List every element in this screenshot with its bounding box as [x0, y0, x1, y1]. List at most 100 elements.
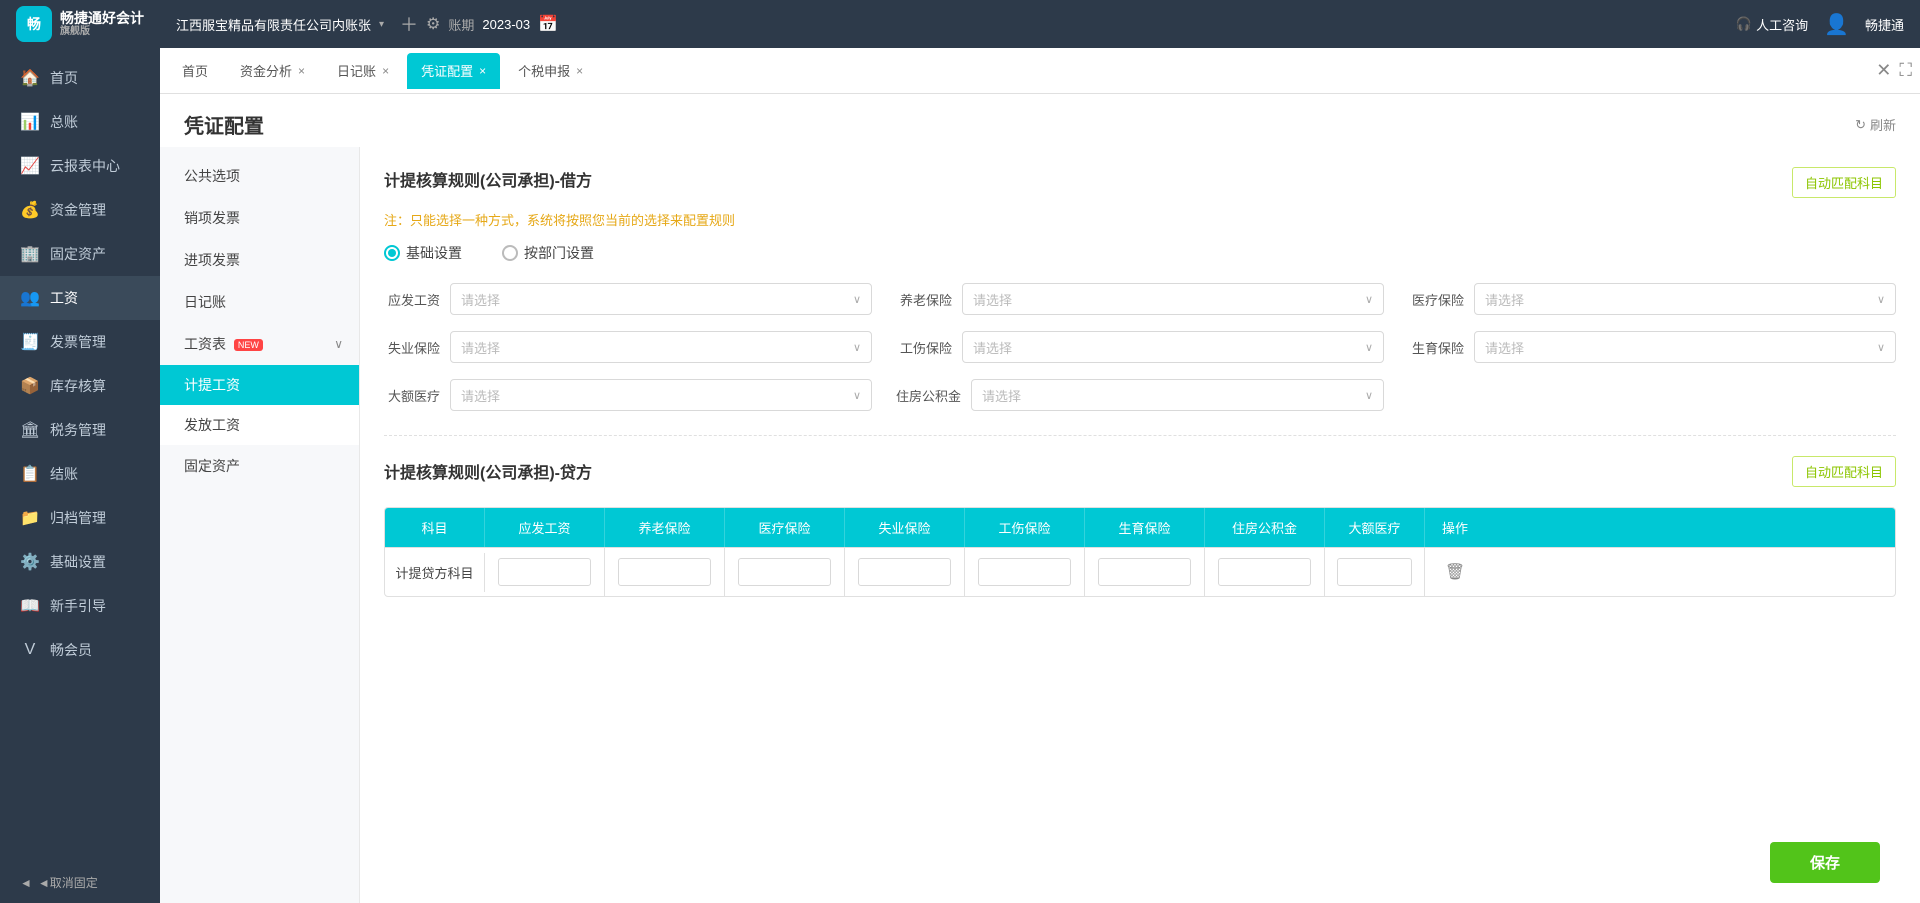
field-gongshang: 工伤保险 请选择 ∨ — [896, 331, 1384, 363]
tax-icon: 🏛 — [20, 420, 40, 440]
th-yingfa: 应发工资 — [485, 508, 605, 547]
left-menu-fixed-assets[interactable]: 固定资产 — [160, 445, 359, 487]
sidebar-item-guide[interactable]: 📖 新手引导 — [0, 584, 160, 628]
left-menu-journal-label: 日记账 — [184, 294, 226, 310]
row-label: 计提贷方科目 — [395, 566, 473, 581]
select-yiliao[interactable]: 请选择 ∨ — [1474, 283, 1896, 315]
left-menu-release-label: 发放工资 — [184, 417, 240, 433]
left-menu-payroll-table[interactable]: 工资表 NEW ∨ — [160, 323, 359, 365]
sidebar-item-reports[interactable]: 📈 云报表中心 — [0, 144, 160, 188]
arrow-gongshang: ∨ — [1365, 341, 1373, 354]
sidebar-item-funds[interactable]: 💰 资金管理 — [0, 188, 160, 232]
sidebar-item-home[interactable]: 🏠 首页 — [0, 56, 160, 100]
input-val-gongshang[interactable] — [978, 558, 1071, 586]
refresh-button[interactable]: ↻ 刷新 — [1855, 115, 1896, 134]
tab-journal-close[interactable]: × — [382, 64, 389, 78]
select-daeyiliao[interactable]: 请选择 ∨ — [450, 379, 872, 411]
sidebar-item-tax[interactable]: 🏛 税务管理 — [0, 408, 160, 452]
sidebar-item-archive[interactable]: 📁 归档管理 — [0, 496, 160, 540]
left-menu-purchase-invoice[interactable]: 进项发票 — [160, 239, 359, 281]
th-subject: 科目 — [385, 508, 485, 547]
field-shengyu: 生育保险 请选择 ∨ — [1408, 331, 1896, 363]
sidebar-item-close[interactable]: 📋 结账 — [0, 452, 160, 496]
placeholder-yiliao: 请选择 — [1485, 290, 1524, 309]
sidebar-label-home: 首页 — [50, 68, 78, 88]
td-action[interactable]: 🗑 — [1425, 552, 1485, 592]
sidebar-item-vip[interactable]: V 畅会员 — [0, 628, 160, 672]
left-menu-journal[interactable]: 日记账 — [160, 281, 359, 323]
tab-funds[interactable]: 资金分析 × — [226, 53, 319, 89]
left-menu-public-label: 公共选项 — [184, 168, 240, 184]
close-window-icon[interactable]: ✕ — [1876, 60, 1891, 81]
input-val-yiliao[interactable] — [738, 558, 831, 586]
select-shiye[interactable]: 请选择 ∨ — [450, 331, 872, 363]
logo-icon: 畅 — [16, 6, 52, 42]
sidebar-item-payroll[interactable]: 👥 工资 — [0, 276, 160, 320]
radio-department[interactable]: 按部门设置 — [502, 243, 594, 263]
sidebar-pin-button[interactable]: ◄ ◄取消固定 — [0, 862, 160, 903]
td-val-daeyiliao[interactable] — [1325, 548, 1425, 596]
save-button[interactable]: 保存 — [1770, 842, 1880, 883]
settings-icon[interactable]: ⚙ — [426, 14, 440, 34]
td-val-gongshang[interactable] — [965, 548, 1085, 596]
input-val-daeyiliao[interactable] — [1337, 558, 1412, 586]
tab-funds-close[interactable]: × — [298, 64, 305, 78]
delete-row-icon[interactable]: 🗑 — [1445, 564, 1465, 581]
left-menu-public[interactable]: 公共选项 — [160, 155, 359, 197]
td-val-yanglao[interactable] — [605, 548, 725, 596]
sidebar-label-payroll: 工资 — [50, 288, 78, 308]
select-yanglao[interactable]: 请选择 ∨ — [962, 283, 1384, 315]
company-dropdown-icon[interactable]: ▾ — [379, 19, 384, 30]
input-val-zhufang[interactable] — [1218, 558, 1311, 586]
input-val-shiye[interactable] — [858, 558, 951, 586]
sidebar-item-settings[interactable]: ⚙️ 基础设置 — [0, 540, 160, 584]
input-val-shengyu[interactable] — [1098, 558, 1191, 586]
sidebar-item-invoice[interactable]: 🧾 发票管理 — [0, 320, 160, 364]
calendar-icon[interactable]: 📅 — [538, 14, 558, 34]
credit-auto-match-button[interactable]: 自动匹配科目 — [1792, 456, 1896, 487]
sidebar-item-assets[interactable]: 🏢 固定资产 — [0, 232, 160, 276]
td-val-shiye[interactable] — [845, 548, 965, 596]
left-menu-sales-invoice[interactable]: 销项发票 — [160, 197, 359, 239]
td-val-zhufang[interactable] — [1205, 548, 1325, 596]
tab-tax-close[interactable]: × — [576, 64, 583, 78]
sidebar-label-close: 结账 — [50, 464, 78, 484]
assets-icon: 🏢 — [20, 244, 40, 264]
maximize-icon[interactable]: ⛶ — [1899, 60, 1912, 81]
select-zhufang[interactable]: 请选择 ∨ — [971, 379, 1384, 411]
input-val-yanglao[interactable] — [618, 558, 711, 586]
td-val-yingfa[interactable] — [485, 548, 605, 596]
label-zhufang: 住房公积金 — [896, 386, 961, 405]
tab-voucher-close[interactable]: × — [479, 64, 486, 78]
td-val-shengyu[interactable] — [1085, 548, 1205, 596]
period-value: 2023-03 — [482, 17, 530, 32]
field-yanglao: 养老保险 请选择 ∨ — [896, 283, 1384, 315]
placeholder-shengyu: 请选择 — [1485, 338, 1524, 357]
select-gongshang[interactable]: 请选择 ∨ — [962, 331, 1384, 363]
tab-home[interactable]: 首页 — [168, 53, 222, 89]
left-menu-payroll-release[interactable]: 发放工资 — [160, 405, 359, 445]
service-button[interactable]: 🎧 人工咨询 — [1736, 15, 1808, 34]
sidebar-item-ledger[interactable]: 📊 总账 — [0, 100, 160, 144]
archive-icon: 📁 — [20, 508, 40, 528]
table-row: 计提贷方科目 — [385, 547, 1895, 596]
select-shengyu[interactable]: 请选择 ∨ — [1474, 331, 1896, 363]
left-menu-payroll-table-label: 工资表 NEW — [184, 334, 263, 354]
td-val-yiliao[interactable] — [725, 548, 845, 596]
tab-home-label: 首页 — [182, 61, 208, 80]
tab-tax[interactable]: 个税申报 × — [504, 53, 597, 89]
tab-voucher[interactable]: 凭证配置 × — [407, 53, 500, 89]
select-yingfa[interactable]: 请选择 ∨ — [450, 283, 872, 315]
add-account-button[interactable]: ＋ — [400, 11, 418, 37]
inner-wrap: 公共选项 销项发票 进项发票 日记账 工资表 NEW ∨ — [160, 147, 1920, 903]
sidebar-item-inventory[interactable]: 📦 库存核算 — [0, 364, 160, 408]
left-menu-accrual[interactable]: 计提工资 — [160, 365, 359, 405]
tab-journal[interactable]: 日记账 × — [323, 53, 403, 89]
home-icon: 🏠 — [20, 68, 40, 88]
placeholder-zhufang: 请选择 — [982, 386, 1021, 405]
debit-auto-match-button[interactable]: 自动匹配科目 — [1792, 167, 1896, 198]
tab-bar: 首页 资金分析 × 日记账 × 凭证配置 × 个税申报 × ✕ ⛶ — [160, 48, 1920, 94]
save-bar: 保存 — [1770, 842, 1880, 883]
radio-basic[interactable]: 基础设置 — [384, 243, 462, 263]
input-val-yingfa[interactable] — [498, 558, 591, 586]
